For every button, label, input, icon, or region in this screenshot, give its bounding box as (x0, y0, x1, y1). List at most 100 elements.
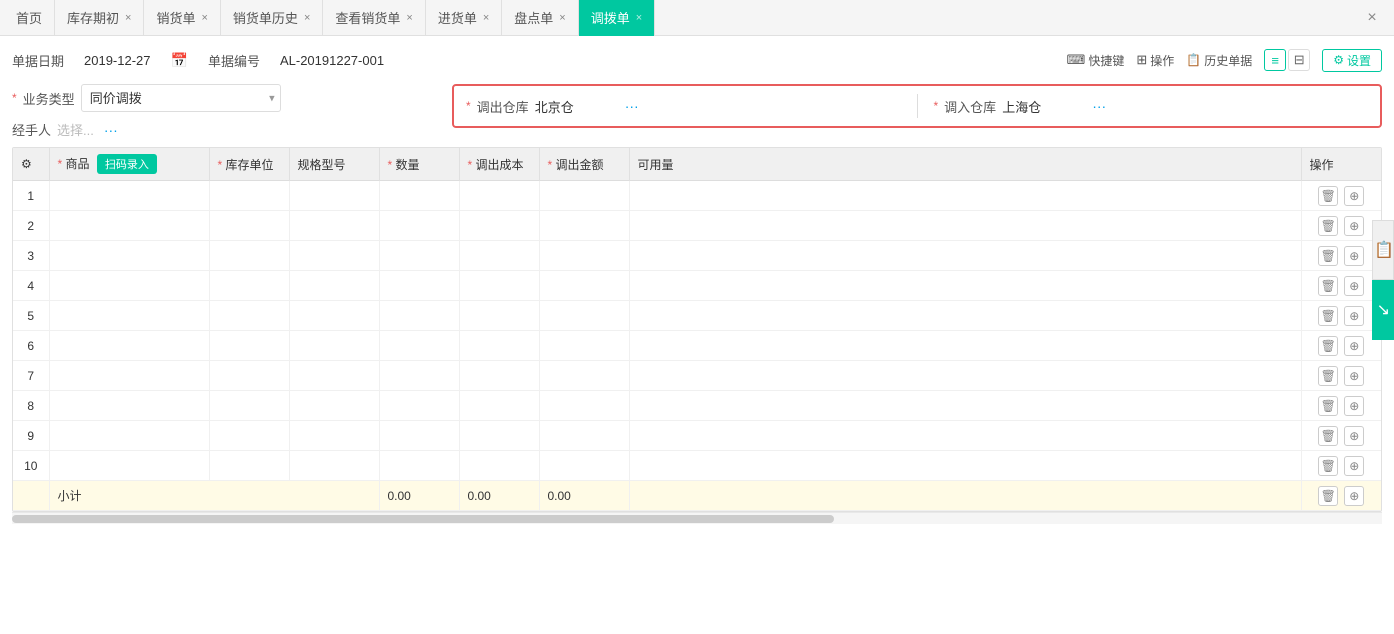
row-cost[interactable] (459, 451, 539, 481)
history-btn[interactable]: 📋 历史单据 (1186, 52, 1252, 69)
business-type-select[interactable]: 同价调拨 (81, 84, 281, 112)
row-cost[interactable] (459, 211, 539, 241)
row-spec[interactable] (289, 391, 379, 421)
layout-btn-2[interactable]: ⊟ (1288, 49, 1310, 71)
row-product[interactable] (49, 301, 209, 331)
row-amount[interactable] (539, 391, 629, 421)
row-cost[interactable] (459, 331, 539, 361)
row-product[interactable] (49, 421, 209, 451)
row-delete-icon[interactable]: 🗑 (1318, 306, 1338, 326)
row-spec[interactable] (289, 211, 379, 241)
tab-transfer[interactable]: 调拨单 × (579, 0, 655, 36)
tab-inventory-check[interactable]: 盘点单 × (502, 0, 578, 36)
row-product[interactable] (49, 391, 209, 421)
row-delete-icon[interactable]: 🗑 (1318, 426, 1338, 446)
row-unit[interactable] (209, 391, 289, 421)
row-cost[interactable] (459, 241, 539, 271)
row-copy-icon[interactable]: ⊕ (1344, 186, 1364, 206)
row-delete-icon[interactable]: 🗑 (1318, 216, 1338, 236)
layout-btn-1[interactable]: ≡ (1264, 49, 1286, 71)
row-unit[interactable] (209, 271, 289, 301)
row-qty[interactable] (379, 211, 459, 241)
subtotal-copy-icon[interactable]: ⊕ (1344, 486, 1364, 506)
row-amount[interactable] (539, 271, 629, 301)
row-delete-icon[interactable]: 🗑 (1318, 246, 1338, 266)
row-cost[interactable] (459, 271, 539, 301)
row-amount[interactable] (539, 361, 629, 391)
row-copy-icon[interactable]: ⊕ (1344, 396, 1364, 416)
subtotal-delete-icon[interactable]: 🗑 (1318, 486, 1338, 506)
row-delete-icon[interactable]: 🗑 (1318, 276, 1338, 296)
tab-sales-history[interactable]: 销货单历史 × (221, 0, 323, 36)
tab-sales-order[interactable]: 销货单 × (144, 0, 220, 36)
row-delete-icon[interactable]: 🗑 (1318, 186, 1338, 206)
person-more-btn[interactable]: ··· (104, 122, 118, 138)
row-product[interactable] (49, 451, 209, 481)
row-amount[interactable] (539, 181, 629, 211)
row-unit[interactable] (209, 331, 289, 361)
tab-purchase[interactable]: 进货单 × (426, 0, 502, 36)
row-amount[interactable] (539, 421, 629, 451)
row-spec[interactable] (289, 241, 379, 271)
row-qty[interactable] (379, 181, 459, 211)
row-product[interactable] (49, 331, 209, 361)
row-unit[interactable] (209, 241, 289, 271)
transfer-in-more-btn[interactable]: ··· (1092, 98, 1106, 114)
horizontal-scrollbar[interactable] (12, 512, 1382, 524)
row-copy-icon[interactable]: ⊕ (1344, 246, 1364, 266)
shortcut-btn[interactable]: ⌨ 快捷键 (1067, 52, 1125, 69)
transfer-out-more-btn[interactable]: ··· (625, 98, 639, 114)
scrollbar-thumb[interactable] (12, 515, 834, 523)
row-copy-icon[interactable]: ⊕ (1344, 366, 1364, 386)
row-unit[interactable] (209, 361, 289, 391)
row-unit[interactable] (209, 421, 289, 451)
row-unit[interactable] (209, 181, 289, 211)
row-delete-icon[interactable]: 🗑 (1318, 366, 1338, 386)
row-delete-icon[interactable]: 🗑 (1318, 456, 1338, 476)
row-product[interactable] (49, 211, 209, 241)
row-spec[interactable] (289, 331, 379, 361)
row-spec[interactable] (289, 181, 379, 211)
row-copy-icon[interactable]: ⊕ (1344, 426, 1364, 446)
th-gear[interactable]: ⚙ (13, 148, 49, 181)
row-qty[interactable] (379, 271, 459, 301)
row-product[interactable] (49, 361, 209, 391)
row-qty[interactable] (379, 421, 459, 451)
row-product[interactable] (49, 271, 209, 301)
row-qty[interactable] (379, 331, 459, 361)
row-qty[interactable] (379, 391, 459, 421)
row-copy-icon[interactable]: ⊕ (1344, 216, 1364, 236)
row-unit[interactable] (209, 301, 289, 331)
tab-view-sales[interactable]: 查看销货单 × (323, 0, 425, 36)
row-qty[interactable] (379, 241, 459, 271)
tab-inventory-check-close[interactable]: × (559, 12, 565, 24)
row-copy-icon[interactable]: ⊕ (1344, 306, 1364, 326)
row-amount[interactable] (539, 451, 629, 481)
row-cost[interactable] (459, 181, 539, 211)
row-cost[interactable] (459, 301, 539, 331)
row-product[interactable] (49, 241, 209, 271)
float-btn-2[interactable]: ↗ (1372, 280, 1394, 340)
row-copy-icon[interactable]: ⊕ (1344, 456, 1364, 476)
row-amount[interactable] (539, 241, 629, 271)
row-qty[interactable] (379, 301, 459, 331)
row-spec[interactable] (289, 451, 379, 481)
tab-inventory-init[interactable]: 库存期初 × (55, 0, 144, 36)
tab-purchase-close[interactable]: × (483, 12, 489, 24)
row-unit[interactable] (209, 211, 289, 241)
row-copy-icon[interactable]: ⊕ (1344, 276, 1364, 296)
tab-sales-order-close[interactable]: × (201, 12, 207, 24)
tab-home[interactable]: 首页 (4, 0, 55, 36)
operation-btn[interactable]: ⊞ 操作 (1136, 52, 1174, 69)
row-unit[interactable] (209, 451, 289, 481)
row-spec[interactable] (289, 421, 379, 451)
row-cost[interactable] (459, 391, 539, 421)
settings-button[interactable]: ⚙ 设置 (1322, 49, 1382, 72)
row-qty[interactable] (379, 361, 459, 391)
row-spec[interactable] (289, 271, 379, 301)
row-amount[interactable] (539, 301, 629, 331)
row-delete-icon[interactable]: 🗑 (1318, 336, 1338, 356)
row-cost[interactable] (459, 421, 539, 451)
row-amount[interactable] (539, 331, 629, 361)
float-btn-1[interactable]: 📋 (1372, 220, 1394, 280)
